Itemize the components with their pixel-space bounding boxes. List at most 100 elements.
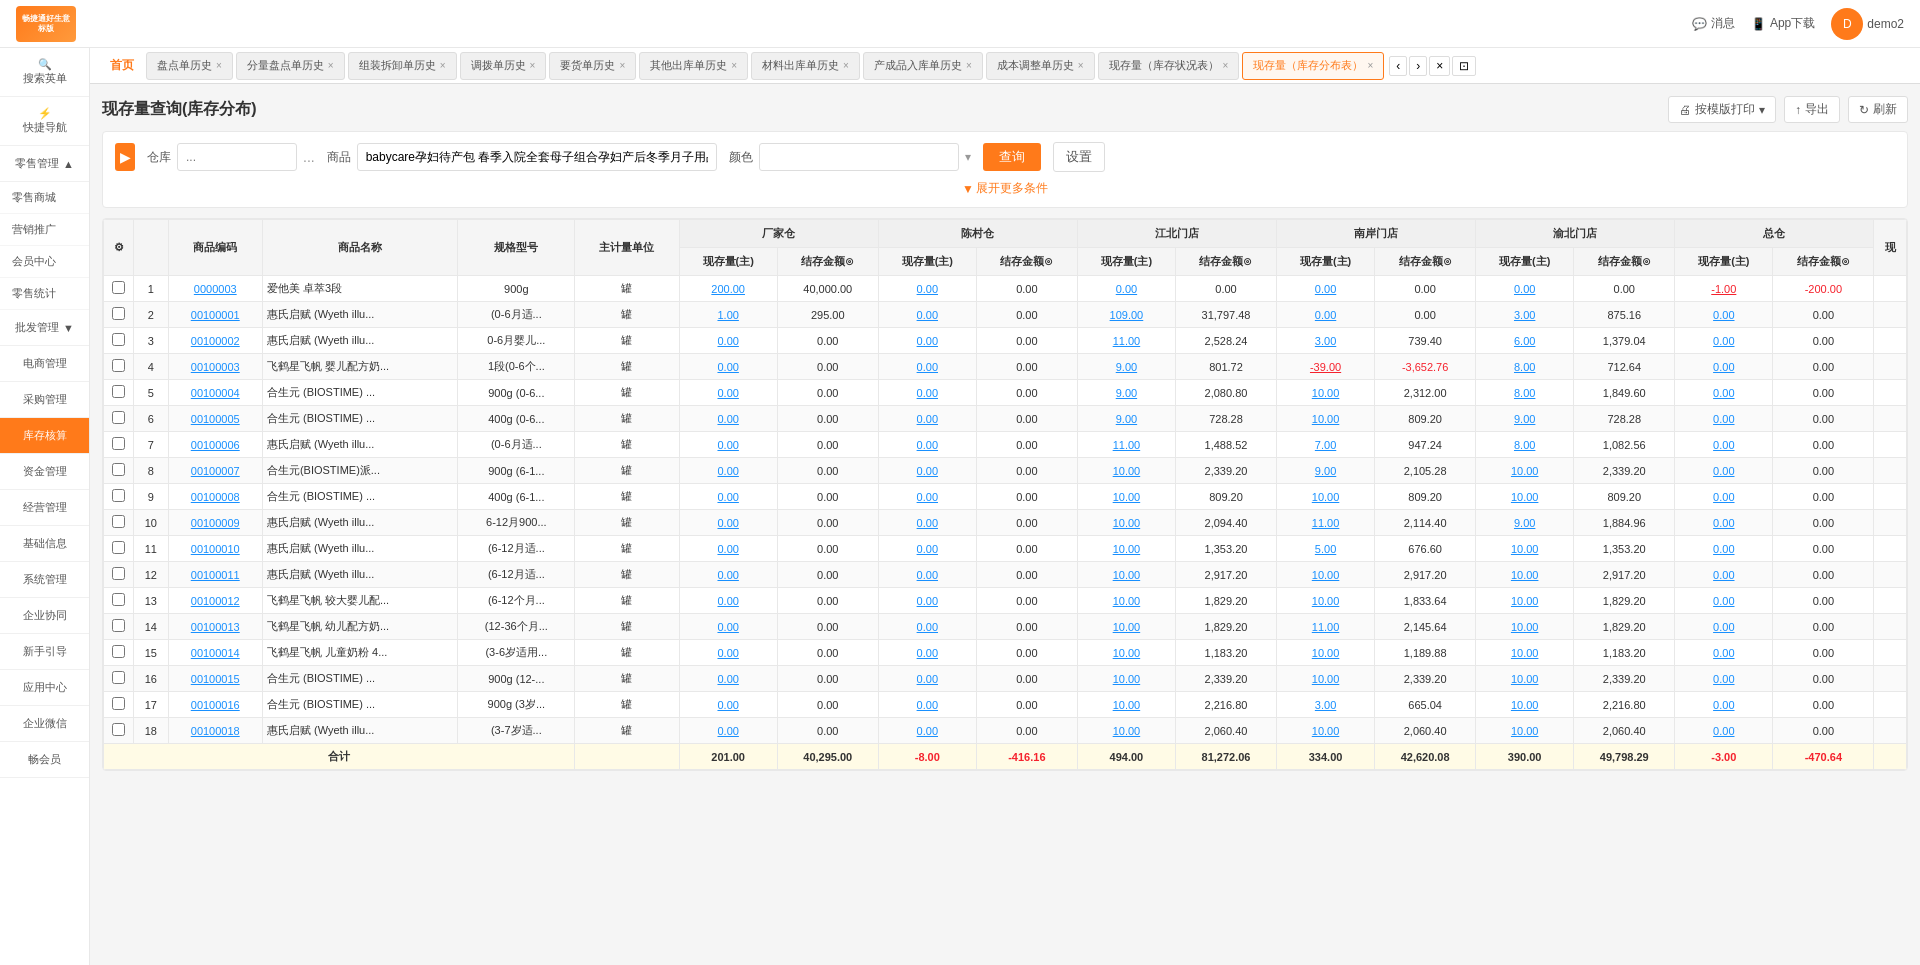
cell-factory-qty[interactable]: 0.00 bbox=[679, 432, 777, 458]
cell-nanan-qty[interactable]: 5.00 bbox=[1276, 536, 1374, 562]
message-btn[interactable]: 💬 消息 bbox=[1692, 15, 1735, 32]
cell-jiangbei-qty[interactable]: 11.00 bbox=[1077, 432, 1175, 458]
cell-total-qty[interactable]: 0.00 bbox=[1675, 380, 1773, 406]
cell-nanan-qty[interactable]: 0.00 bbox=[1276, 276, 1374, 302]
sidebar-item-retail-mgmt[interactable]: 零售管理 ▲ bbox=[0, 146, 89, 182]
warehouse-dots[interactable]: ... bbox=[303, 149, 315, 165]
sidebar-item-finance[interactable]: 资金管理 bbox=[0, 454, 89, 490]
tab-material-out[interactable]: 材料出库单历史 × bbox=[751, 52, 860, 80]
sidebar-item-wechat[interactable]: 企业微信 bbox=[0, 706, 89, 742]
tab-close-product-in[interactable]: × bbox=[966, 60, 972, 71]
tab-close-other-out[interactable]: × bbox=[731, 60, 737, 71]
cell-chencun-qty[interactable]: 0.00 bbox=[878, 380, 976, 406]
cell-yubei-qty[interactable]: 10.00 bbox=[1476, 588, 1574, 614]
app-download-btn[interactable]: 📱 App下载 bbox=[1751, 15, 1815, 32]
cell-total-qty[interactable]: 0.00 bbox=[1675, 666, 1773, 692]
cell-total-qty[interactable]: 0.00 bbox=[1675, 562, 1773, 588]
refresh-btn[interactable]: ↻ 刷新 bbox=[1848, 96, 1908, 123]
cell-yubei-qty[interactable]: 0.00 bbox=[1476, 276, 1574, 302]
sidebar-item-member[interactable]: 会员中心 bbox=[0, 246, 89, 278]
cell-jiangbei-qty[interactable]: 0.00 bbox=[1077, 276, 1175, 302]
cell-chencun-qty[interactable]: 0.00 bbox=[878, 406, 976, 432]
cell-code[interactable]: 00100012 bbox=[168, 588, 262, 614]
cell-code[interactable]: 00100005 bbox=[168, 406, 262, 432]
cell-total-qty[interactable]: 0.00 bbox=[1675, 328, 1773, 354]
color-input[interactable] bbox=[759, 143, 959, 171]
tab-product-in[interactable]: 产成品入库单历史 × bbox=[863, 52, 983, 80]
cell-yubei-qty[interactable]: 10.00 bbox=[1476, 458, 1574, 484]
cell-total-qty[interactable]: 0.00 bbox=[1675, 718, 1773, 744]
cell-jiangbei-qty[interactable]: 10.00 bbox=[1077, 588, 1175, 614]
cell-yubei-qty[interactable]: 6.00 bbox=[1476, 328, 1574, 354]
cell-yubei-qty[interactable]: 10.00 bbox=[1476, 718, 1574, 744]
sidebar-item-inventory[interactable]: 库存核算 bbox=[0, 418, 89, 454]
warehouse-input[interactable] bbox=[177, 143, 297, 171]
cell-check[interactable] bbox=[104, 380, 134, 406]
tab-close-all-btn[interactable]: × bbox=[1429, 56, 1450, 76]
cell-check[interactable] bbox=[104, 328, 134, 354]
cell-total-qty[interactable]: 0.00 bbox=[1675, 458, 1773, 484]
cell-code[interactable]: 00100010 bbox=[168, 536, 262, 562]
tab-stock-status[interactable]: 现存量（库存状况表） × bbox=[1098, 52, 1240, 80]
cell-nanan-qty[interactable]: 11.00 bbox=[1276, 614, 1374, 640]
cell-chencun-qty[interactable]: 0.00 bbox=[878, 276, 976, 302]
cell-nanan-qty[interactable]: 10.00 bbox=[1276, 640, 1374, 666]
cell-jiangbei-qty[interactable]: 10.00 bbox=[1077, 640, 1175, 666]
cell-jiangbei-qty[interactable]: 10.00 bbox=[1077, 510, 1175, 536]
cell-yubei-qty[interactable]: 9.00 bbox=[1476, 406, 1574, 432]
sidebar-item-search[interactable]: 🔍 搜索英单 bbox=[0, 48, 89, 97]
cell-yubei-qty[interactable]: 10.00 bbox=[1476, 484, 1574, 510]
cell-yubei-qty[interactable]: 8.00 bbox=[1476, 432, 1574, 458]
sidebar-item-wholesale[interactable]: 批发管理 ▼ bbox=[0, 310, 89, 346]
expand-btn[interactable]: ▼ 展开更多条件 bbox=[962, 180, 1048, 197]
cell-code[interactable]: 00100004 bbox=[168, 380, 262, 406]
sidebar-item-enterprise[interactable]: 企业协同 bbox=[0, 598, 89, 634]
cell-jiangbei-qty[interactable]: 10.00 bbox=[1077, 692, 1175, 718]
cell-total-qty[interactable]: -1.00 bbox=[1675, 276, 1773, 302]
cell-factory-qty[interactable]: 0.00 bbox=[679, 354, 777, 380]
tab-close-stock-status[interactable]: × bbox=[1223, 60, 1229, 71]
cell-chencun-qty[interactable]: 0.00 bbox=[878, 484, 976, 510]
cell-check[interactable] bbox=[104, 276, 134, 302]
cell-code[interactable]: 00100008 bbox=[168, 484, 262, 510]
cell-nanan-qty[interactable]: 10.00 bbox=[1276, 484, 1374, 510]
cell-jiangbei-qty[interactable]: 10.00 bbox=[1077, 562, 1175, 588]
cell-nanan-qty[interactable]: 10.00 bbox=[1276, 380, 1374, 406]
tab-close-requisition[interactable]: × bbox=[619, 60, 625, 71]
cell-factory-qty[interactable]: 1.00 bbox=[679, 302, 777, 328]
cell-nanan-qty[interactable]: -39.00 bbox=[1276, 354, 1374, 380]
print-btn[interactable]: 🖨 按模版打印 ▾ bbox=[1668, 96, 1776, 123]
tab-close-material-out[interactable]: × bbox=[843, 60, 849, 71]
cell-check[interactable] bbox=[104, 302, 134, 328]
cell-factory-qty[interactable]: 0.00 bbox=[679, 640, 777, 666]
cell-jiangbei-qty[interactable]: 10.00 bbox=[1077, 484, 1175, 510]
cell-chencun-qty[interactable]: 0.00 bbox=[878, 692, 976, 718]
cell-code[interactable]: 00100014 bbox=[168, 640, 262, 666]
cell-yubei-qty[interactable]: 3.00 bbox=[1476, 302, 1574, 328]
tab-close-assembly[interactable]: × bbox=[440, 60, 446, 71]
cell-check[interactable] bbox=[104, 406, 134, 432]
cell-check[interactable] bbox=[104, 536, 134, 562]
cell-factory-qty[interactable]: 0.00 bbox=[679, 536, 777, 562]
cell-yubei-qty[interactable]: 9.00 bbox=[1476, 510, 1574, 536]
cell-total-qty[interactable]: 0.00 bbox=[1675, 484, 1773, 510]
cell-total-qty[interactable]: 0.00 bbox=[1675, 302, 1773, 328]
cell-chencun-qty[interactable]: 0.00 bbox=[878, 458, 976, 484]
cell-nanan-qty[interactable]: 0.00 bbox=[1276, 302, 1374, 328]
cell-factory-qty[interactable]: 200.00 bbox=[679, 276, 777, 302]
cell-factory-qty[interactable]: 0.00 bbox=[679, 692, 777, 718]
sidebar-item-retail-shop[interactable]: 零售商城 bbox=[0, 182, 89, 214]
tab-partial-count[interactable]: 分量盘点单历史 × bbox=[236, 52, 345, 80]
cell-nanan-qty[interactable]: 10.00 bbox=[1276, 588, 1374, 614]
sidebar-item-marketing[interactable]: 营销推广 bbox=[0, 214, 89, 246]
cell-jiangbei-qty[interactable]: 10.00 bbox=[1077, 666, 1175, 692]
cell-check[interactable] bbox=[104, 718, 134, 744]
cell-check[interactable] bbox=[104, 640, 134, 666]
cell-code[interactable]: 00100011 bbox=[168, 562, 262, 588]
export-btn[interactable]: ↑ 导出 bbox=[1784, 96, 1840, 123]
cell-check[interactable] bbox=[104, 510, 134, 536]
sidebar-item-ecommerce[interactable]: 电商管理 bbox=[0, 346, 89, 382]
cell-jiangbei-qty[interactable]: 9.00 bbox=[1077, 380, 1175, 406]
user-area[interactable]: D demo2 bbox=[1831, 8, 1904, 40]
cell-code[interactable]: 00100018 bbox=[168, 718, 262, 744]
